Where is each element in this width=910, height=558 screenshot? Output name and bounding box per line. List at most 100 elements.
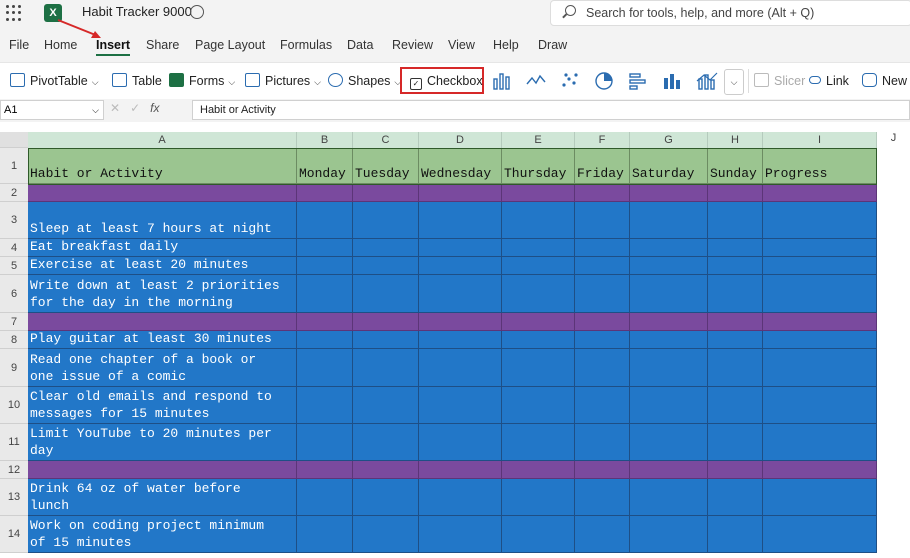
formula-input[interactable]: Habit or Activity [192,100,910,120]
day-checkbox-cell[interactable] [708,313,763,331]
day-checkbox-cell[interactable] [353,239,419,257]
tab-draw[interactable]: Draw [538,38,567,52]
row-header[interactable]: 12 [0,461,28,479]
header-cell-tuesday[interactable]: Tuesday [353,148,419,184]
scatter-chart-icon[interactable] [560,71,580,91]
forms-button[interactable]: Forms ⌵ [169,72,235,90]
day-checkbox-cell[interactable] [708,275,763,313]
day-checkbox-cell[interactable] [575,184,630,202]
row-header[interactable]: 5 [0,257,28,275]
day-checkbox-cell[interactable] [297,479,353,516]
sync-status-icon[interactable] [190,5,204,19]
day-checkbox-cell[interactable] [575,239,630,257]
row-header[interactable]: 7 [0,313,28,331]
habit-cell[interactable]: Sleep at least 7 hours at night [28,202,297,239]
more-charts-button[interactable]: ⌵ [724,69,744,95]
day-checkbox-cell[interactable] [297,424,353,461]
pictures-button[interactable]: Pictures ⌵ [245,72,321,90]
column-header-c[interactable]: C [353,132,419,148]
new-comment-button[interactable]: New C [862,72,910,90]
day-checkbox-cell[interactable] [297,349,353,387]
row-header[interactable]: 14 [0,516,28,553]
day-checkbox-cell[interactable] [708,387,763,424]
day-checkbox-cell[interactable] [708,331,763,349]
day-checkbox-cell[interactable] [630,387,708,424]
day-checkbox-cell[interactable] [630,275,708,313]
checkbox-button[interactable]: ✓ Checkbox [410,72,483,90]
row-header[interactable]: 10 [0,387,28,424]
habit-cell[interactable]: Play guitar at least 30 minutes [28,331,297,349]
progress-cell[interactable] [763,202,877,239]
stacked-column-chart-icon[interactable] [662,71,682,91]
day-checkbox-cell[interactable] [708,349,763,387]
day-checkbox-cell[interactable] [419,331,502,349]
day-checkbox-cell[interactable] [502,387,575,424]
habit-cell[interactable]: Read one chapter of a book or one issue … [28,349,297,387]
day-checkbox-cell[interactable] [353,349,419,387]
day-checkbox-cell[interactable] [419,239,502,257]
header-cell-progress[interactable]: Progress [763,148,877,184]
column-header-e[interactable]: E [502,132,575,148]
day-checkbox-cell[interactable] [297,313,353,331]
day-checkbox-cell[interactable] [708,516,763,553]
day-checkbox-cell[interactable] [708,479,763,516]
day-checkbox-cell[interactable] [630,424,708,461]
row-header[interactable]: 3 [0,202,28,239]
tab-page-layout[interactable]: Page Layout [195,38,265,52]
select-all-corner[interactable] [0,132,28,148]
day-checkbox-cell[interactable] [630,239,708,257]
day-checkbox-cell[interactable] [419,202,502,239]
column-header-i[interactable]: I [763,132,877,148]
row-header[interactable]: 8 [0,331,28,349]
shapes-button[interactable]: Shapes ⌵ [328,72,401,90]
day-checkbox-cell[interactable] [419,516,502,553]
progress-cell[interactable] [763,479,877,516]
day-checkbox-cell[interactable] [297,387,353,424]
day-checkbox-cell[interactable] [353,387,419,424]
habit-cell[interactable] [28,313,297,331]
day-checkbox-cell[interactable] [575,516,630,553]
day-checkbox-cell[interactable] [419,461,502,479]
pivot-table-button[interactable]: PivotTable ⌵ [10,72,99,90]
column-chart-icon[interactable] [492,71,512,91]
day-checkbox-cell[interactable] [708,424,763,461]
progress-cell[interactable] [763,387,877,424]
confirm-icon[interactable]: ✓ [130,101,140,115]
habit-cell[interactable]: Eat breakfast daily [28,239,297,257]
row-header[interactable]: 9 [0,349,28,387]
day-checkbox-cell[interactable] [575,257,630,275]
day-checkbox-cell[interactable] [297,275,353,313]
day-checkbox-cell[interactable] [630,184,708,202]
progress-cell[interactable] [763,257,877,275]
day-checkbox-cell[interactable] [708,202,763,239]
day-checkbox-cell[interactable] [575,202,630,239]
progress-cell[interactable] [763,461,877,479]
day-checkbox-cell[interactable] [502,461,575,479]
header-cell-saturday[interactable]: Saturday [630,148,708,184]
day-checkbox-cell[interactable] [630,349,708,387]
spreadsheet-grid[interactable]: A B C D E F G H I J 1 Habit or Activity Monday Tuesda… [0,122,910,558]
day-checkbox-cell[interactable] [502,313,575,331]
progress-cell[interactable] [763,184,877,202]
day-checkbox-cell[interactable] [630,461,708,479]
slicer-button[interactable]: Slicer [754,72,805,90]
day-checkbox-cell[interactable] [297,257,353,275]
habit-cell[interactable]: Exercise at least 20 minutes [28,257,297,275]
day-checkbox-cell[interactable] [353,424,419,461]
day-checkbox-cell[interactable] [575,349,630,387]
habit-cell[interactable]: Write down at least 2 priorities for the… [28,275,297,313]
search-box[interactable]: Search for tools, help, and more (Alt + … [550,0,910,26]
progress-cell[interactable] [763,275,877,313]
day-checkbox-cell[interactable] [502,424,575,461]
column-header-f[interactable]: F [575,132,630,148]
progress-cell[interactable] [763,424,877,461]
progress-cell[interactable] [763,313,877,331]
day-checkbox-cell[interactable] [502,239,575,257]
day-checkbox-cell[interactable] [353,331,419,349]
day-checkbox-cell[interactable] [502,257,575,275]
combo-chart-icon[interactable] [696,71,718,91]
day-checkbox-cell[interactable] [353,313,419,331]
row-header[interactable]: 1 [0,148,28,184]
habit-cell[interactable]: Limit YouTube to 20 minutes per day [28,424,297,461]
day-checkbox-cell[interactable] [575,331,630,349]
